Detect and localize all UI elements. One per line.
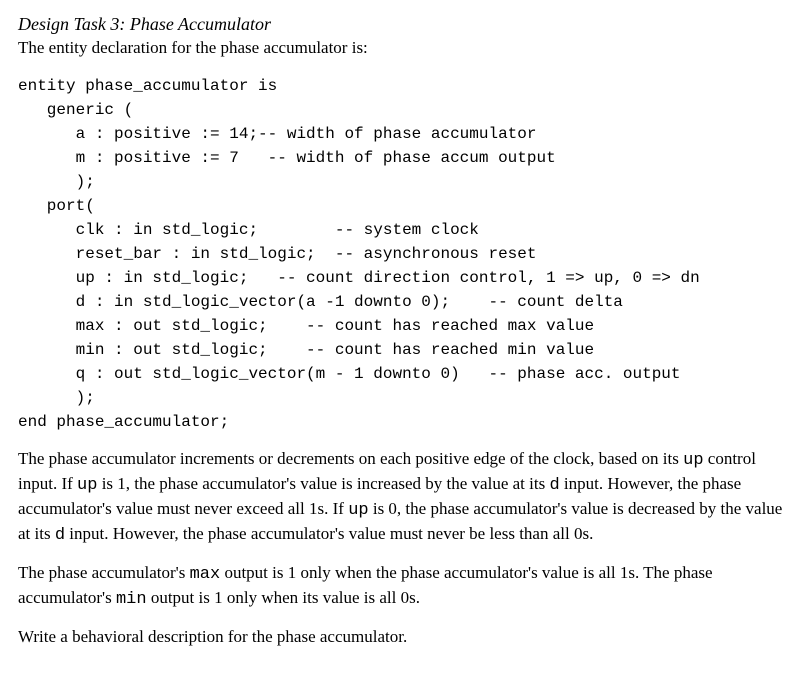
text: is 1, the phase accumulator's value is i… [97, 474, 549, 493]
paragraph-2: The phase accumulator's max output is 1 … [18, 562, 794, 612]
text: input. However, the phase accumulator's … [65, 524, 593, 543]
intro-line: The entity declaration for the phase acc… [18, 37, 794, 60]
code-block: entity phase_accumulator is generic ( a … [18, 74, 794, 434]
code-inline: d [549, 476, 559, 495]
code-inline: min [116, 590, 147, 609]
code-inline: up [683, 451, 703, 470]
code-inline: up [348, 501, 368, 520]
paragraph-3: Write a behavioral description for the p… [18, 626, 794, 649]
code-inline: max [190, 565, 221, 584]
code-inline: up [77, 476, 97, 495]
task-title: Design Task 3: Phase Accumulator [18, 12, 794, 36]
text: The phase accumulator increments or decr… [18, 449, 683, 468]
paragraph-1: The phase accumulator increments or decr… [18, 448, 794, 548]
code-inline: d [55, 526, 65, 545]
text: output is 1 only when its value is all 0… [147, 588, 420, 607]
text: The phase accumulator's [18, 563, 190, 582]
